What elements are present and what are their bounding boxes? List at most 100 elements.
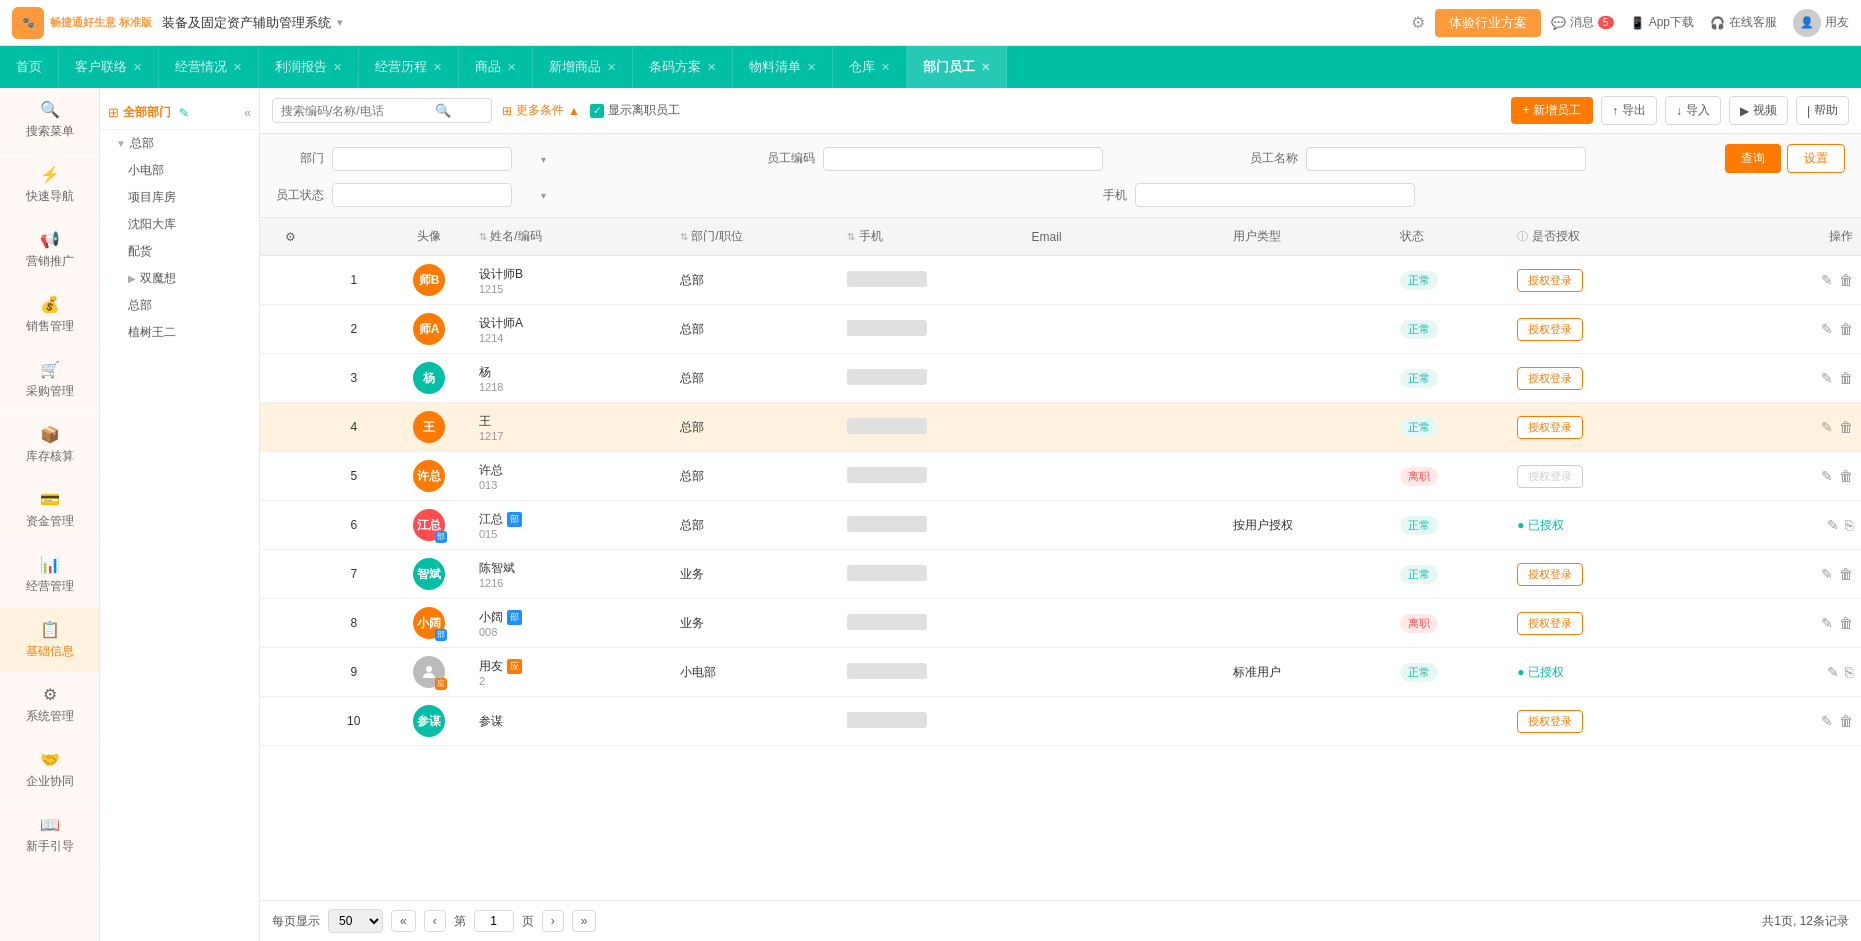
tab-goods[interactable]: 商品 ✕ <box>459 46 533 88</box>
edit-icon[interactable]: ✎ <box>1821 468 1833 484</box>
tab-new-goods-close[interactable]: ✕ <box>607 61 616 74</box>
sidebar-item-marketing[interactable]: 📢 营销推广 <box>0 218 99 283</box>
sidebar-item-inventory[interactable]: 📦 库存核算 <box>0 413 99 478</box>
auth-button[interactable]: 授权登录 <box>1517 318 1583 341</box>
auth-button[interactable]: 授权登录 <box>1517 612 1583 635</box>
edit-icon[interactable]: ✎ <box>1821 419 1833 435</box>
sidebar-item-purchase[interactable]: 🛒 采购管理 <box>0 348 99 413</box>
sidebar-item-base[interactable]: 📋 基础信息 <box>0 608 99 673</box>
edit-icon[interactable]: ✎ <box>1827 664 1839 680</box>
auth-button[interactable]: 授权登录 <box>1517 367 1583 390</box>
resigned-checkbox[interactable]: ✓ <box>590 104 604 118</box>
auth-button[interactable]: 授权登录 <box>1517 416 1583 439</box>
filter-empcode-input[interactable] <box>823 147 1103 171</box>
auth-button[interactable]: 授权登录 <box>1517 710 1583 733</box>
system-title-arrow[interactable]: ▾ <box>337 16 343 29</box>
auth-button[interactable]: 授权登录 <box>1517 563 1583 586</box>
dept-node-plant-tree[interactable]: 植树王二 <box>100 319 259 346</box>
dept-node-distribution[interactable]: 配货 <box>100 238 259 265</box>
sidebar-item-mgmt[interactable]: 📊 经营管理 <box>0 543 99 608</box>
export-button[interactable]: ↑ 导出 <box>1601 96 1657 125</box>
settings-icon[interactable]: ⚙ <box>1411 13 1425 32</box>
more-filter-button[interactable]: ⊞ 更多条件 ▲ <box>502 102 580 119</box>
sidebar-item-quicknav[interactable]: ⚡ 快速导航 <box>0 153 99 218</box>
view-button[interactable]: ▶ 视频 <box>1729 96 1788 125</box>
tab-customer[interactable]: 客户联络 ✕ <box>59 46 159 88</box>
sidebar-item-sales[interactable]: 💰 销售管理 <box>0 283 99 348</box>
user-item[interactable]: 👤 用友 <box>1793 9 1849 37</box>
tab-goods-close[interactable]: ✕ <box>507 61 516 74</box>
delete-icon[interactable]: 🗑 <box>1839 713 1853 729</box>
filter-dept-select[interactable] <box>332 147 512 171</box>
filter-phone-input[interactable] <box>1135 183 1415 207</box>
delete-icon[interactable]: 🗑 <box>1839 321 1853 337</box>
sidebar-item-collab[interactable]: 🤝 企业协同 <box>0 738 99 803</box>
message-item[interactable]: 💬 消息 5 <box>1551 14 1614 31</box>
search-input-wrap[interactable]: 🔍 <box>272 98 492 123</box>
tab-profit-close[interactable]: ✕ <box>333 61 342 74</box>
copy-icon[interactable]: ⎘ <box>1845 517 1853 533</box>
app-download-item[interactable]: 📱 App下载 <box>1630 14 1694 31</box>
tab-barcode-close[interactable]: ✕ <box>707 61 716 74</box>
dept-node-hq[interactable]: 总部 <box>100 292 259 319</box>
trial-button[interactable]: 体验行业方案 <box>1435 9 1541 37</box>
tab-history[interactable]: 经营历程 ✕ <box>359 46 459 88</box>
auth-button[interactable]: 授权登录 <box>1517 465 1583 488</box>
edit-icon[interactable]: ✎ <box>1827 517 1839 533</box>
th-auth-info-icon[interactable]: ⓘ <box>1517 230 1528 242</box>
delete-icon[interactable]: 🗑 <box>1839 468 1853 484</box>
dept-node-project-warehouse[interactable]: 项目库房 <box>100 184 259 211</box>
prev-page-button[interactable]: ‹ <box>424 910 446 932</box>
dept-node-shuangmo[interactable]: ▶ 双魔想 <box>100 265 259 292</box>
th-phone[interactable]: ⇅ 手机 <box>839 218 1023 256</box>
delete-icon[interactable]: 🗑 <box>1839 419 1853 435</box>
edit-icon[interactable]: ✎ <box>1821 615 1833 631</box>
dept-node-small-electric[interactable]: 小电部 <box>100 157 259 184</box>
filter-empname-input[interactable] <box>1306 147 1586 171</box>
edit-icon[interactable]: ✎ <box>1821 272 1833 288</box>
tab-warehouse[interactable]: 仓库 ✕ <box>833 46 907 88</box>
query-button[interactable]: 查询 <box>1725 144 1781 173</box>
tab-warehouse-close[interactable]: ✕ <box>881 61 890 74</box>
th-dept[interactable]: ⇅ 部门/职位 <box>672 218 839 256</box>
dept-edit-icon[interactable]: ✎ <box>179 106 189 120</box>
tab-home[interactable]: 首页 <box>0 46 59 88</box>
th-name[interactable]: ⇅ 姓名/编码 <box>471 218 672 256</box>
dept-node-shenyang[interactable]: 沈阳大库 <box>100 211 259 238</box>
tab-bom[interactable]: 物料清单 ✕ <box>733 46 833 88</box>
tab-department[interactable]: 部门员工 ✕ <box>907 46 1007 88</box>
sidebar-item-search[interactable]: 🔍 搜索菜单 <box>0 88 99 153</box>
tab-bom-close[interactable]: ✕ <box>807 61 816 74</box>
sidebar-item-finance[interactable]: 💳 资金管理 <box>0 478 99 543</box>
page-size-select[interactable]: 50 20 100 <box>328 909 383 933</box>
sidebar-item-guide[interactable]: 📖 新手引导 <box>0 803 99 868</box>
auth-button[interactable]: 授权登录 <box>1517 269 1583 292</box>
delete-icon[interactable]: 🗑 <box>1839 272 1853 288</box>
tab-operations-close[interactable]: ✕ <box>233 61 242 74</box>
delete-icon[interactable]: 🗑 <box>1839 370 1853 386</box>
filter-status-select[interactable] <box>332 183 512 207</box>
copy-icon[interactable]: ⎘ <box>1845 664 1853 680</box>
page-input[interactable] <box>474 910 514 932</box>
last-page-button[interactable]: » <box>572 910 597 932</box>
delete-icon[interactable]: 🗑 <box>1839 615 1853 631</box>
edit-icon[interactable]: ✎ <box>1821 321 1833 337</box>
add-employee-button[interactable]: + 新增员工 <box>1511 97 1593 124</box>
next-page-button[interactable]: › <box>542 910 564 932</box>
first-page-button[interactable]: « <box>391 910 416 932</box>
edit-icon[interactable]: ✎ <box>1821 370 1833 386</box>
delete-icon[interactable]: 🗑 <box>1839 566 1853 582</box>
sidebar-item-system[interactable]: ⚙ 系统管理 <box>0 673 99 738</box>
th-gear[interactable]: ⚙ <box>260 218 320 256</box>
tab-department-close[interactable]: ✕ <box>981 61 990 74</box>
show-resigned-toggle[interactable]: ✓ 显示离职员工 <box>590 102 680 119</box>
set-button[interactable]: 设置 <box>1787 144 1845 173</box>
tab-operations[interactable]: 经营情况 ✕ <box>159 46 259 88</box>
tab-customer-close[interactable]: ✕ <box>133 61 142 74</box>
tab-barcode[interactable]: 条码方案 ✕ <box>633 46 733 88</box>
tab-history-close[interactable]: ✕ <box>433 61 442 74</box>
tab-profit[interactable]: 利润报告 ✕ <box>259 46 359 88</box>
edit-icon[interactable]: ✎ <box>1821 566 1833 582</box>
help-button[interactable]: | 帮助 <box>1796 96 1849 125</box>
import-button[interactable]: ↓ 导入 <box>1665 96 1721 125</box>
